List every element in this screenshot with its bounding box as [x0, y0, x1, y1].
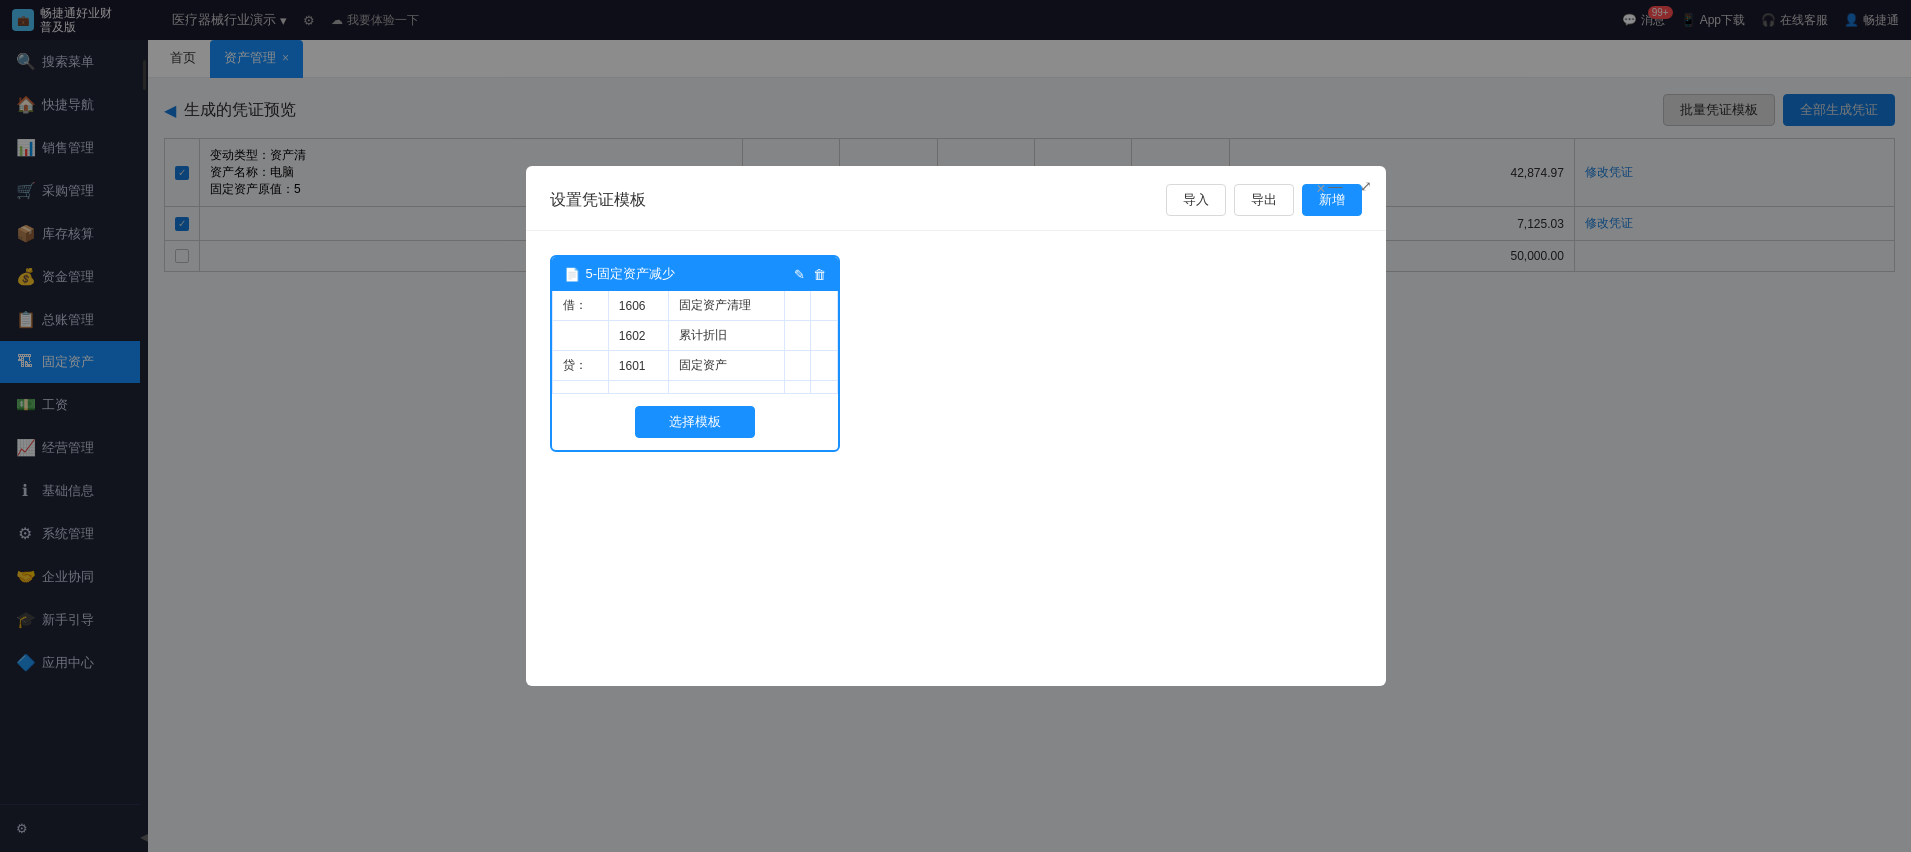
dialog-maximize-btn[interactable]: ⤢ [1354, 174, 1378, 198]
entry-extra [811, 351, 837, 381]
entry-extra [811, 291, 837, 321]
template-card-footer: 选择模板 [552, 394, 838, 450]
entry-code [608, 381, 668, 394]
template-list: 📄 5-固定资产减少 ✎ 🗑 借： [550, 255, 1362, 452]
entry-name: 固定资产 [668, 351, 784, 381]
template-doc-icon: 📄 [564, 267, 580, 282]
dialog-overlay: — ⤢ 设置凭证模板 导入 导出 新增 × 📄 5-固定资产减少 [0, 0, 1911, 852]
template-delete-icon[interactable]: 🗑 [813, 267, 826, 282]
export-btn[interactable]: 导出 [1234, 184, 1294, 216]
entry-type: 贷： [552, 351, 608, 381]
entry-name [668, 381, 784, 394]
entry-type: 借： [552, 291, 608, 321]
template-card-title: 📄 5-固定资产减少 [564, 265, 676, 283]
entry-amount [784, 321, 810, 351]
entry-code: 1606 [608, 291, 668, 321]
template-edit-icon[interactable]: ✎ [794, 267, 805, 282]
entry-type [552, 381, 608, 394]
entry-extra [811, 381, 837, 394]
dialog-body: 📄 5-固定资产减少 ✎ 🗑 借： [526, 231, 1386, 686]
import-btn[interactable]: 导入 [1166, 184, 1226, 216]
template-card-body: 借： 1606 固定资产清理 1602 累计折旧 [552, 291, 838, 394]
entry-amount [784, 381, 810, 394]
dialog: — ⤢ 设置凭证模板 导入 导出 新增 × 📄 5-固定资产减少 [526, 166, 1386, 686]
template-row [552, 381, 837, 394]
entry-amount [784, 291, 810, 321]
entry-amount [784, 351, 810, 381]
entry-name: 固定资产清理 [668, 291, 784, 321]
dialog-header: 设置凭证模板 导入 导出 新增 × [526, 166, 1386, 231]
template-row: 1602 累计折旧 [552, 321, 837, 351]
select-template-btn[interactable]: 选择模板 [635, 406, 755, 438]
entry-extra [811, 321, 837, 351]
dialog-minimize-btn[interactable]: — [1324, 174, 1348, 198]
template-table: 借： 1606 固定资产清理 1602 累计折旧 [552, 291, 838, 394]
template-row: 借： 1606 固定资产清理 [552, 291, 837, 321]
entry-name: 累计折旧 [668, 321, 784, 351]
template-row: 贷： 1601 固定资产 [552, 351, 837, 381]
template-card: 📄 5-固定资产减少 ✎ 🗑 借： [550, 255, 840, 452]
modal-window-controls: — ⤢ [1324, 174, 1378, 198]
entry-code: 1601 [608, 351, 668, 381]
entry-code: 1602 [608, 321, 668, 351]
template-card-actions: ✎ 🗑 [794, 267, 826, 282]
dialog-title: 设置凭证模板 [550, 190, 646, 211]
template-card-header: 📄 5-固定资产减少 ✎ 🗑 [552, 257, 838, 291]
entry-type [552, 321, 608, 351]
